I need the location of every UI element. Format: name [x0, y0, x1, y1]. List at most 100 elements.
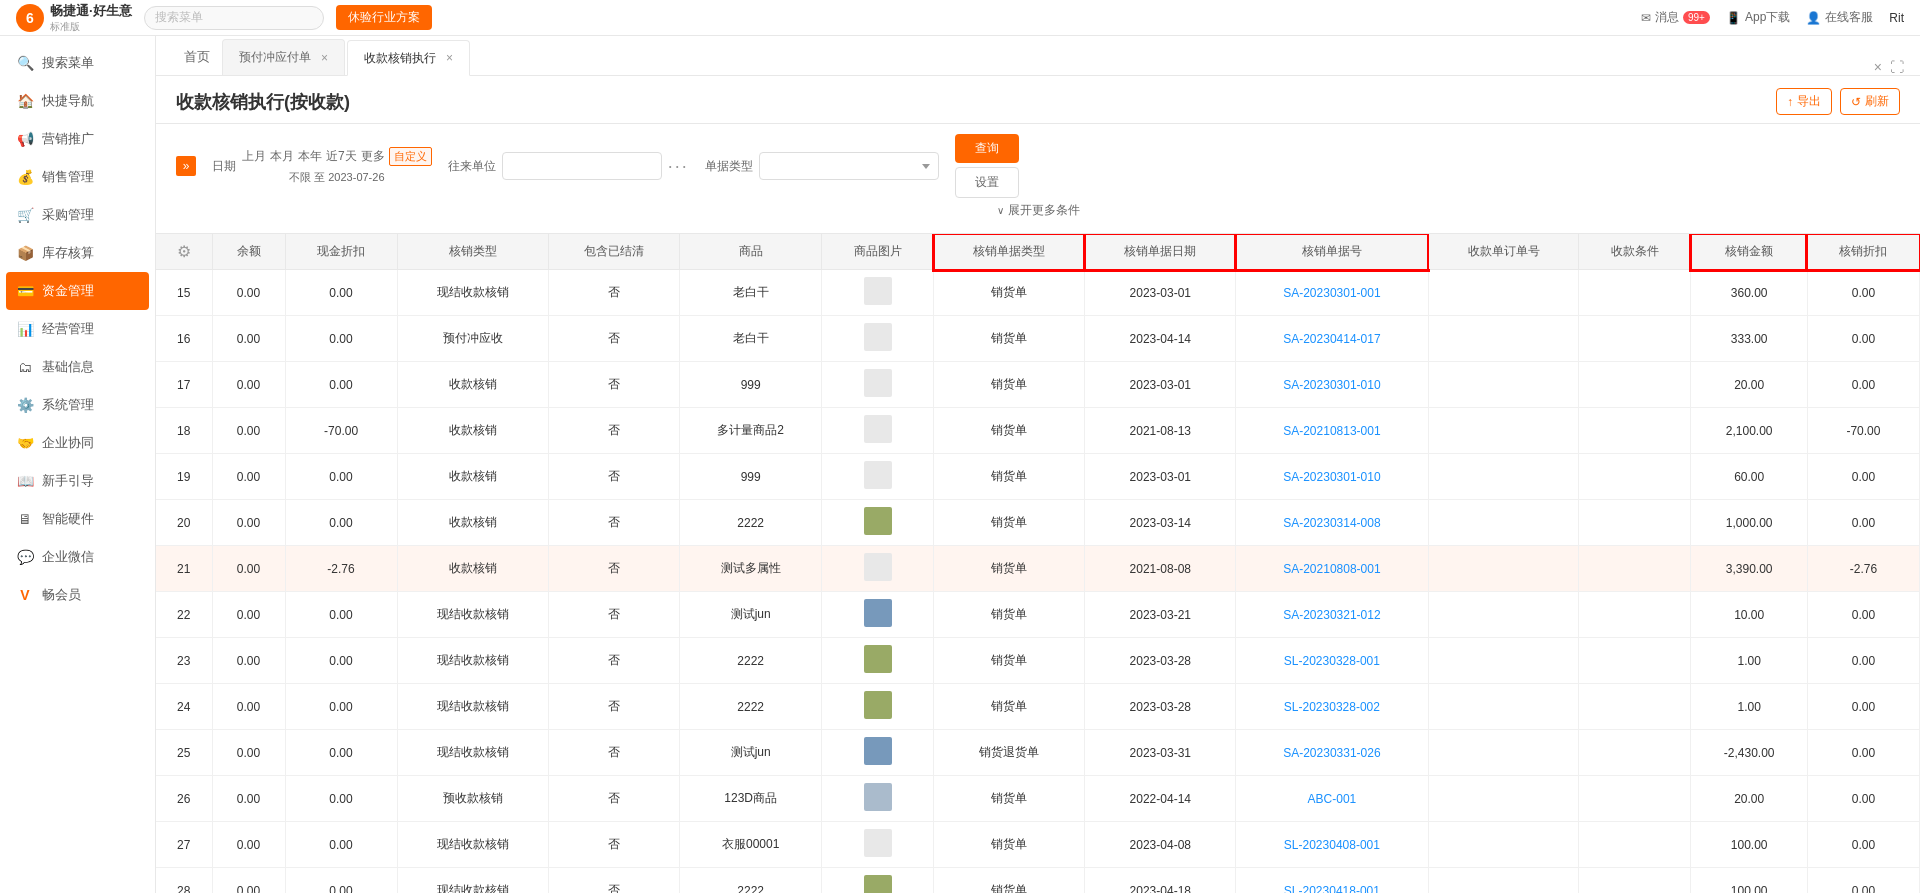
voucher-no-link[interactable]: SA-20230321-012	[1283, 608, 1380, 622]
voucher-no-link[interactable]: SL-20230328-001	[1284, 654, 1380, 668]
top-search-input[interactable]: 搜索菜单	[144, 6, 324, 30]
cell-cash-discount: 0.00	[285, 638, 397, 684]
voucher-no-link[interactable]: SA-20210813-001	[1283, 424, 1380, 438]
cell-voucher-date: 2022-04-14	[1085, 776, 1236, 822]
voucher-no-link[interactable]: SL-20230408-001	[1284, 838, 1380, 852]
voucher-no-link[interactable]: ABC-001	[1308, 792, 1357, 806]
sidebar-item-inventory[interactable]: 📦 库存核算	[0, 234, 155, 272]
voucher-no-link[interactable]: SL-20230418-001	[1284, 884, 1380, 894]
query-button[interactable]: 查询	[955, 134, 1019, 163]
cell-writeoff-discount: -2.76	[1807, 546, 1919, 592]
cell-collection-condition	[1579, 638, 1691, 684]
operations-icon: 📊	[16, 321, 34, 337]
sidebar-item-basic-info[interactable]: 🗂 基础信息	[0, 348, 155, 386]
sidebar-item-guide[interactable]: 📖 新手引导	[0, 462, 155, 500]
cell-include-settled: 否	[548, 316, 679, 362]
tab-home[interactable]: 首页	[172, 39, 222, 75]
filter-date-this-month[interactable]: 本月	[270, 148, 294, 165]
enterprise-icon: 🤝	[16, 435, 34, 451]
cell-writeoff-discount: 0.00	[1807, 776, 1919, 822]
tab-close-all-icon[interactable]: ×	[1874, 59, 1882, 75]
filter-collapse-button[interactable]: »	[176, 156, 196, 176]
cell-voucher-date: 2023-03-21	[1085, 592, 1236, 638]
app-download-action[interactable]: 📱 App下载	[1726, 9, 1790, 26]
industry-btn[interactable]: 休验行业方案	[336, 5, 432, 30]
cell-voucher-no[interactable]: SA-20230331-026	[1236, 730, 1428, 776]
settings-icon: ⚙	[177, 243, 191, 260]
sidebar-item-purchase[interactable]: 🛒 采购管理	[0, 196, 155, 234]
basic-info-icon: 🗂	[16, 359, 34, 375]
cell-voucher-no[interactable]: SL-20230328-001	[1236, 638, 1428, 684]
cell-voucher-type: 销货单	[934, 684, 1085, 730]
voucher-no-link[interactable]: SA-20210808-001	[1283, 562, 1380, 576]
cell-voucher-no[interactable]: SA-20230301-010	[1236, 362, 1428, 408]
cell-include-settled: 否	[548, 362, 679, 408]
cell-voucher-no[interactable]: SL-20230418-001	[1236, 868, 1428, 894]
voucher-no-link[interactable]: SA-20230314-008	[1283, 516, 1380, 530]
expand-more-button[interactable]: ∨ 展开更多条件	[176, 198, 1900, 223]
setting-button[interactable]: 设置	[955, 167, 1019, 198]
message-action[interactable]: ✉ 消息 99+	[1641, 9, 1710, 26]
col-goods: 商品	[680, 234, 822, 270]
tab-collection-close[interactable]: ×	[446, 51, 453, 65]
filter-date-group: 上月 本月 本年 近7天 更多 自定义 不限 至 2023-07-26	[242, 147, 432, 185]
voucher-no-link[interactable]: SA-20230301-010	[1283, 378, 1380, 392]
sidebar-item-finance[interactable]: 💳 资金管理	[6, 272, 149, 310]
export-button[interactable]: ↑ 导出	[1776, 88, 1832, 115]
cell-goods: 2222	[680, 638, 822, 684]
cell-voucher-no[interactable]: SL-20230408-001	[1236, 822, 1428, 868]
col-balance: 余额	[212, 234, 285, 270]
cell-collection-order	[1428, 730, 1579, 776]
voucher-no-link[interactable]: SA-20230331-026	[1283, 746, 1380, 760]
cell-voucher-no[interactable]: ABC-001	[1236, 776, 1428, 822]
sidebar-label-hardware: 智能硬件	[42, 510, 94, 528]
cell-voucher-no[interactable]: SA-20230414-017	[1236, 316, 1428, 362]
tab-fullscreen-icon[interactable]: ⛶	[1890, 59, 1904, 75]
tab-bar: 首页 预付冲应付单 × 收款核销执行 × × ⛶	[156, 36, 1920, 76]
sidebar-item-enterprise[interactable]: 🤝 企业协同	[0, 424, 155, 462]
filter-date-last-month[interactable]: 上月	[242, 148, 266, 165]
filter-voucher-type-select[interactable]	[759, 152, 939, 180]
sidebar-label-quick-nav: 快捷导航	[42, 92, 94, 110]
cell-voucher-no[interactable]: SA-20230301-010	[1236, 454, 1428, 500]
finance-icon: 💳	[16, 283, 34, 299]
wechat-icon: 💬	[16, 549, 34, 565]
filter-date-more[interactable]: 更多	[361, 148, 385, 165]
cell-voucher-no[interactable]: SA-20210813-001	[1236, 408, 1428, 454]
cell-voucher-no[interactable]: SL-20230328-002	[1236, 684, 1428, 730]
tab-collection[interactable]: 收款核销执行 ×	[347, 40, 470, 76]
tab-prepay-close[interactable]: ×	[321, 51, 328, 65]
cell-voucher-no[interactable]: SA-20210808-001	[1236, 546, 1428, 592]
cell-writeoff-amount: 2,100.00	[1691, 408, 1807, 454]
sidebar-item-operations[interactable]: 📊 经营管理	[0, 310, 155, 348]
filter-counterparty-input[interactable]	[502, 152, 662, 180]
sidebar-item-quick-nav[interactable]: 🏠 快捷导航	[0, 82, 155, 120]
sidebar-item-member[interactable]: V 畅会员	[0, 576, 155, 614]
filter-date-this-year[interactable]: 本年	[298, 148, 322, 165]
cell-voucher-type: 销货单	[934, 454, 1085, 500]
filter-date-custom[interactable]: 自定义	[389, 147, 432, 166]
sidebar-item-hardware[interactable]: 🖥 智能硬件	[0, 500, 155, 538]
cell-balance: 0.00	[212, 776, 285, 822]
voucher-no-link[interactable]: SA-20230301-001	[1283, 286, 1380, 300]
voucher-no-link[interactable]: SA-20230301-010	[1283, 470, 1380, 484]
cell-include-settled: 否	[548, 500, 679, 546]
cell-voucher-no[interactable]: SA-20230321-012	[1236, 592, 1428, 638]
col-settings[interactable]: ⚙	[156, 234, 212, 270]
cell-voucher-no[interactable]: SA-20230301-001	[1236, 270, 1428, 316]
sidebar-item-sales[interactable]: 💰 销售管理	[0, 158, 155, 196]
online-service-action[interactable]: 👤 在线客服	[1806, 9, 1873, 26]
tab-prepay[interactable]: 预付冲应付单 ×	[222, 39, 345, 75]
voucher-no-link[interactable]: SL-20230328-002	[1284, 700, 1380, 714]
refresh-button[interactable]: ↺ 刷新	[1840, 88, 1900, 115]
sidebar-item-system[interactable]: ⚙️ 系统管理	[0, 386, 155, 424]
cell-include-settled: 否	[548, 684, 679, 730]
voucher-no-link[interactable]: SA-20230414-017	[1283, 332, 1380, 346]
sidebar-item-search[interactable]: 🔍 搜索菜单	[0, 44, 155, 82]
filter-date-7days[interactable]: 近7天	[326, 148, 357, 165]
refresh-label: 刷新	[1865, 93, 1889, 110]
sidebar-item-marketing[interactable]: 📢 营销推广	[0, 120, 155, 158]
cell-voucher-no[interactable]: SA-20230314-008	[1236, 500, 1428, 546]
cell-collection-condition	[1579, 408, 1691, 454]
sidebar-item-wechat[interactable]: 💬 企业微信	[0, 538, 155, 576]
